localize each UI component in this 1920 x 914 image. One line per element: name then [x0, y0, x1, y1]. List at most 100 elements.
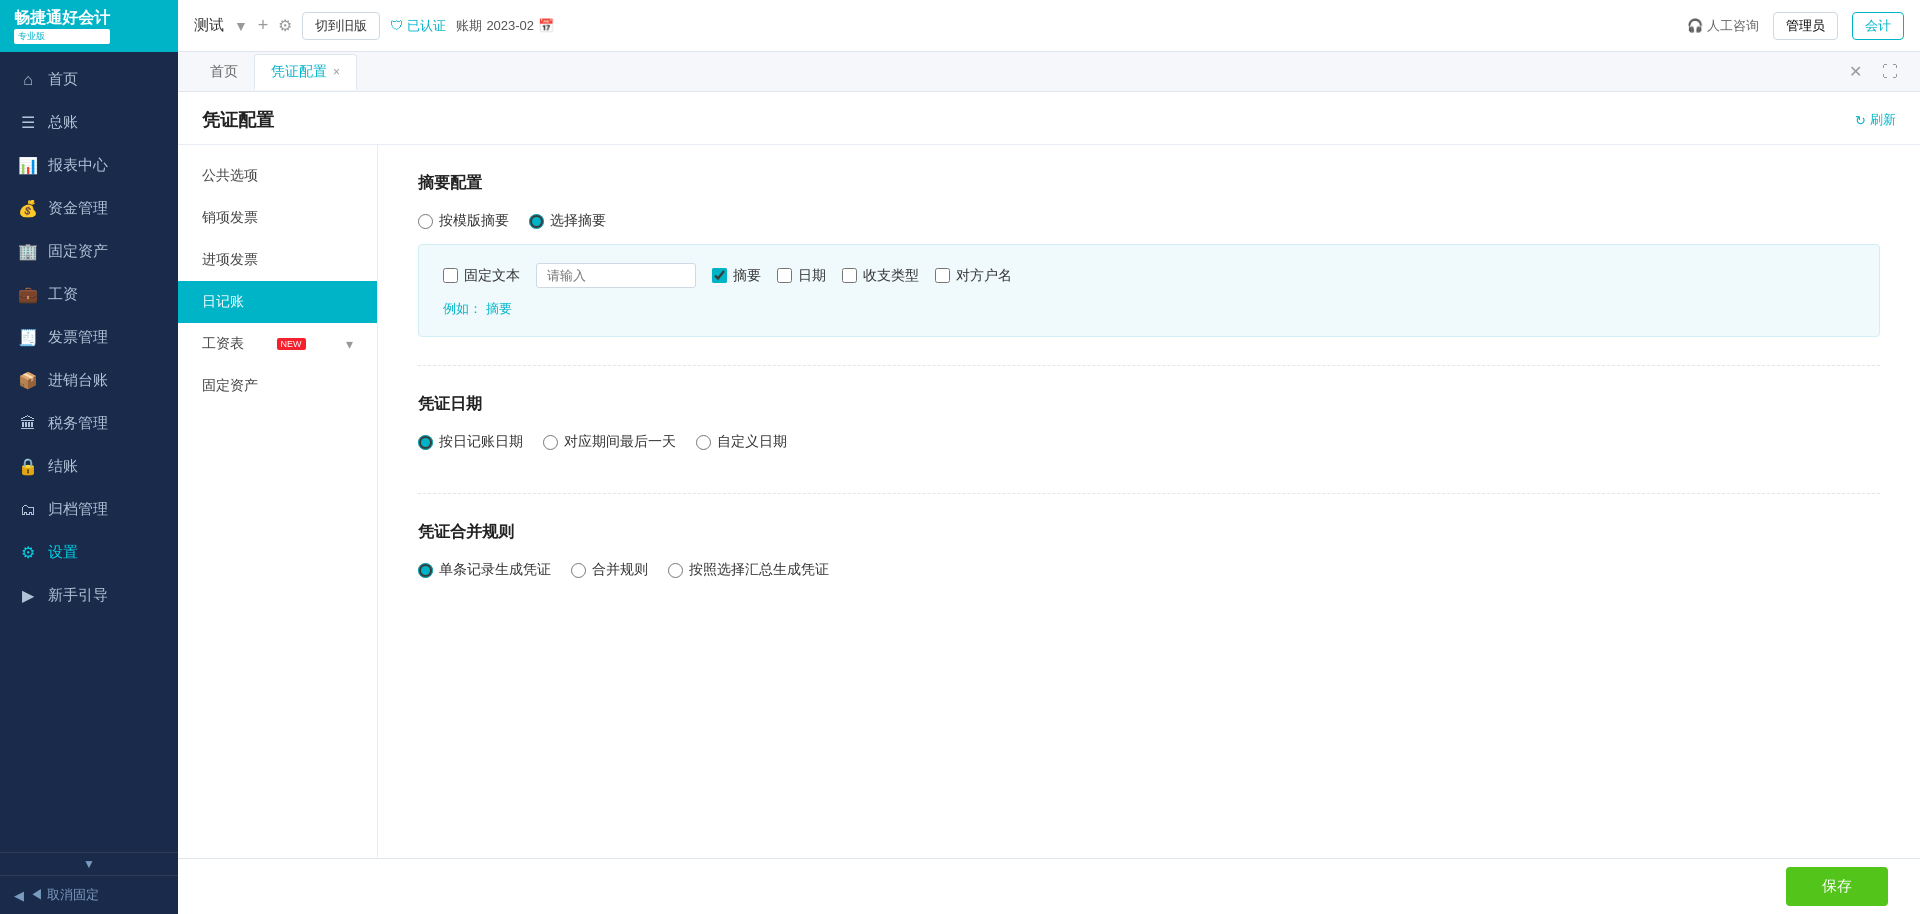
checkbox-fixed-text[interactable]: 固定文本	[443, 267, 520, 285]
sidebar-item-settings[interactable]: ⚙ 设置	[0, 531, 178, 574]
nav-purchase-invoice[interactable]: 进项发票	[178, 239, 377, 281]
scroll-down-icon: ▼	[83, 857, 95, 871]
left-nav: 公共选项 销项发票 进项发票 日记账 工资表 NEW ▾ 固定资产	[178, 145, 378, 858]
fixed-text-input[interactable]	[536, 263, 696, 288]
radio-custom-date-input[interactable]	[696, 435, 711, 450]
sidebar-item-salary[interactable]: 💼 工资	[0, 273, 178, 316]
calendar-icon[interactable]: 📅	[538, 18, 554, 33]
merge-rules-title: 凭证合并规则	[418, 522, 1880, 543]
summary-checkbox[interactable]	[712, 268, 727, 283]
sidebar-item-close[interactable]: 🔒 结账	[0, 445, 178, 488]
sidebar-item-invoice[interactable]: 🧾 发票管理	[0, 316, 178, 359]
guide-icon: ▶	[18, 586, 38, 605]
voucher-date-title: 凭证日期	[418, 394, 1880, 415]
radio-by-diary[interactable]: 按日记账日期	[418, 433, 523, 451]
consult-button[interactable]: 🎧 人工咨询	[1687, 17, 1759, 35]
refresh-button[interactable]: ↻ 刷新	[1855, 111, 1896, 129]
sidebar-item-sales[interactable]: 📦 进销台账	[0, 359, 178, 402]
sidebar-item-label: 工资	[48, 285, 78, 304]
checkbox-counterpart[interactable]: 对方户名	[935, 267, 1012, 285]
radio-template-input[interactable]	[418, 214, 433, 229]
tab-home[interactable]: 首页	[194, 55, 254, 89]
cancel-fixed-button[interactable]: ◀ ◀ 取消固定	[0, 875, 178, 914]
sidebar-logo: 畅捷通好会计 专业版	[0, 0, 178, 52]
section-summary-config: 摘要配置 按模版摘要 选择摘要	[418, 173, 1880, 366]
ledger-icon: ☰	[18, 113, 38, 132]
nav-payroll[interactable]: 工资表 NEW ▾	[178, 323, 377, 365]
headset-icon: 🎧	[1687, 18, 1703, 33]
radio-by-selection-input[interactable]	[668, 563, 683, 578]
sidebar-item-asset[interactable]: 🏢 固定资产	[0, 230, 178, 273]
voucher-date-radio-group: 按日记账日期 对应期间最后一天 自定义日期	[418, 433, 1880, 451]
date-checkbox[interactable]	[777, 268, 792, 283]
sidebar-item-archive[interactable]: 🗂 归档管理	[0, 488, 178, 531]
radio-merge-input[interactable]	[571, 563, 586, 578]
sidebar-scroll-down: ▼	[0, 852, 178, 875]
right-panel: 摘要配置 按模版摘要 选择摘要	[378, 145, 1920, 858]
content-area: 凭证配置 ↻ 刷新 公共选项 销项发票 进项发票 日记账	[178, 92, 1920, 914]
expand-window-button[interactable]: ⛶	[1876, 60, 1904, 83]
sidebar-item-tax[interactable]: 🏛 税务管理	[0, 402, 178, 445]
counterpart-checkbox[interactable]	[935, 268, 950, 283]
radio-merge[interactable]: 合并规则	[571, 561, 648, 579]
summary-options-box: 固定文本 摘要 日期	[418, 244, 1880, 337]
radio-custom-date[interactable]: 自定义日期	[696, 433, 787, 451]
company-name: 测试	[194, 16, 224, 35]
radio-by-diary-input[interactable]	[418, 435, 433, 450]
sidebar-item-report[interactable]: 📊 报表中心	[0, 144, 178, 187]
income-type-checkbox[interactable]	[842, 268, 857, 283]
fixed-text-checkbox[interactable]	[443, 268, 458, 283]
radio-single[interactable]: 单条记录生成凭证	[418, 561, 551, 579]
nav-diary[interactable]: 日记账	[178, 281, 377, 323]
checkbox-income-type[interactable]: 收支类型	[842, 267, 919, 285]
tax-icon: 🏛	[18, 415, 38, 433]
summary-radio-group: 按模版摘要 选择摘要	[418, 212, 1880, 230]
radio-single-input[interactable]	[418, 563, 433, 578]
sidebar-item-home[interactable]: ⌂ 首页	[0, 58, 178, 101]
checkbox-date[interactable]: 日期	[777, 267, 826, 285]
sidebar-logo-name: 畅捷通好会计	[14, 8, 110, 27]
switch-old-button[interactable]: 切到旧版	[302, 12, 380, 40]
radio-template-summary[interactable]: 按模版摘要	[418, 212, 509, 230]
manager-button[interactable]: 管理员	[1773, 12, 1838, 40]
nav-sales-invoice[interactable]: 销项发票	[178, 197, 377, 239]
verified-badge: 🛡 已认证	[390, 17, 446, 35]
radio-select-summary[interactable]: 选择摘要	[529, 212, 606, 230]
tab-controls: ✕ ⛶	[1843, 60, 1904, 83]
radio-by-selection[interactable]: 按照选择汇总生成凭证	[668, 561, 829, 579]
nav-fixed-assets[interactable]: 固定资产	[178, 365, 377, 407]
section-voucher-date: 凭证日期 按日记账日期 对应期间最后一天	[418, 394, 1880, 494]
tab-close-button[interactable]: ×	[333, 65, 340, 79]
archive-icon: 🗂	[18, 501, 38, 519]
sidebar-item-guide[interactable]: ▶ 新手引导	[0, 574, 178, 617]
radio-last-day[interactable]: 对应期间最后一天	[543, 433, 676, 451]
radio-select-input[interactable]	[529, 214, 544, 229]
section-merge-rules: 凭证合并规则 单条记录生成凭证 合并规则	[418, 522, 1880, 621]
summary-options-row: 固定文本 摘要 日期	[443, 263, 1855, 288]
sidebar-item-ledger[interactable]: ☰ 总账	[0, 101, 178, 144]
sidebar: 畅捷通好会计 专业版 ⌂ 首页 ☰ 总账 📊 报表中心 💰 资金管理 🏢 固定资…	[0, 0, 178, 914]
checkbox-summary[interactable]: 摘要	[712, 267, 761, 285]
add-icon[interactable]: +	[258, 15, 269, 36]
sidebar-item-label: 总账	[48, 113, 78, 132]
tab-voucher-config[interactable]: 凭证配置 ×	[254, 54, 357, 90]
sidebar-item-label: 结账	[48, 457, 78, 476]
close-window-button[interactable]: ✕	[1843, 60, 1868, 83]
tabbar: 首页 凭证配置 × ✕ ⛶	[178, 52, 1920, 92]
dropdown-icon[interactable]: ▼	[234, 18, 248, 34]
sidebar-item-label: 归档管理	[48, 500, 108, 519]
radio-last-day-input[interactable]	[543, 435, 558, 450]
right-panel-inner: 摘要配置 按模版摘要 选择摘要	[378, 145, 1920, 677]
settings-gear-icon[interactable]: ⚙	[278, 16, 292, 35]
sidebar-item-label: 进销台账	[48, 371, 108, 390]
sidebar-item-fund[interactable]: 💰 资金管理	[0, 187, 178, 230]
cancel-fixed-label: ◀ 取消固定	[30, 886, 99, 904]
content-body: 公共选项 销项发票 进项发票 日记账 工资表 NEW ▾ 固定资产	[178, 145, 1920, 858]
nav-public[interactable]: 公共选项	[178, 155, 377, 197]
role-button[interactable]: 会计	[1852, 12, 1904, 40]
save-button[interactable]: 保存	[1786, 867, 1888, 906]
sidebar-item-label: 发票管理	[48, 328, 108, 347]
main-area: 测试 ▼ + ⚙ 切到旧版 🛡 已认证 账期 2023-02 📅 🎧 人工咨询 …	[178, 0, 1920, 914]
sidebar-nav: ⌂ 首页 ☰ 总账 📊 报表中心 💰 资金管理 🏢 固定资产 💼 工资 🧾 发票…	[0, 52, 178, 852]
sidebar-item-label: 新手引导	[48, 586, 108, 605]
